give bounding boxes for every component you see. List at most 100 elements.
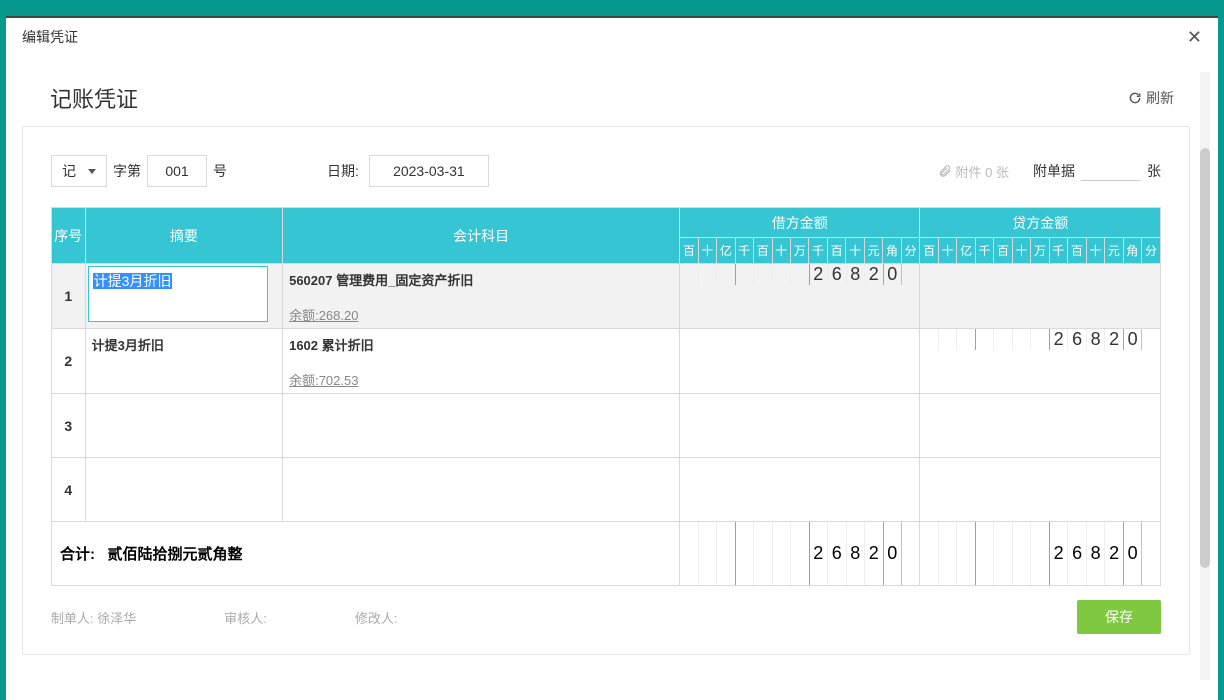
amount-digit	[791, 264, 809, 285]
credit-amount-cell[interactable]	[920, 264, 1161, 329]
col-summary-header: 摘要	[85, 208, 282, 264]
amount-digit	[1031, 329, 1050, 350]
table-row[interactable]: 2计提3月折旧1602 累计折旧余额:702.5326820	[52, 329, 1161, 394]
voucher-table: 序号 摘要 会计科目 借方金额 贷方金额 百十亿千百十万千百十元角分百十亿千百十…	[51, 207, 1161, 586]
amount-digit	[773, 522, 791, 585]
summary-cell[interactable]: 计提3月折旧	[85, 264, 282, 329]
chevron-down-icon	[88, 169, 96, 174]
total-prefix: 合计:	[60, 546, 95, 563]
digit-header: 元	[864, 238, 882, 264]
digit-header: 分	[901, 238, 920, 264]
summary-cell[interactable]	[85, 394, 282, 458]
amount-digit	[1013, 522, 1032, 585]
modal-body: 记账凭证 刷新 记 字第 号 日期:	[22, 66, 1190, 694]
save-button[interactable]: 保存	[1077, 600, 1161, 634]
amount-digit: 8	[847, 522, 865, 585]
amount-digit	[1031, 522, 1050, 585]
subject-name: 1602 累计折旧	[289, 335, 673, 354]
col-credit-header: 贷方金额	[920, 208, 1161, 238]
row-seq: 1	[52, 264, 86, 329]
voucher-no-input[interactable]	[147, 155, 207, 187]
summary-text	[86, 394, 282, 406]
hao-label: 号	[213, 161, 227, 181]
table-row[interactable]: 4	[52, 458, 1161, 522]
table-row[interactable]: 1计提3月折旧560207 管理费用_固定资产折旧余额:268.2026820	[52, 264, 1161, 329]
amount-digit	[957, 522, 976, 585]
close-icon[interactable]: ✕	[1187, 18, 1202, 56]
total-label-cell: 合计: 贰佰陆拾捌元贰角整	[52, 522, 680, 586]
voucher-type-select[interactable]: 记	[51, 155, 107, 187]
controls-row: 记 字第 号 日期: 附件 0 张 附单据 张	[51, 127, 1161, 207]
summary-cell[interactable]: 计提3月折旧	[85, 329, 282, 394]
amount-digit	[680, 522, 698, 585]
summary-input[interactable]: 计提3月折旧	[88, 266, 268, 322]
digit-header: 十	[698, 238, 716, 264]
digit-header: 百	[994, 238, 1012, 264]
amount-digit	[1013, 329, 1032, 350]
amount-digit: 0	[884, 264, 902, 285]
amount-digit	[920, 522, 939, 585]
amount-digit: 2	[1105, 522, 1124, 585]
date-label: 日期:	[327, 161, 359, 181]
scrollbar-thumb[interactable]	[1200, 148, 1210, 568]
amount-digit	[717, 522, 735, 585]
debit-amount-cell[interactable]	[680, 458, 920, 522]
debit-amount-cell[interactable]: 26820	[680, 264, 920, 329]
amount-digit: 6	[828, 264, 846, 285]
digit-header: 角	[883, 238, 901, 264]
digit-header: 千	[1049, 238, 1067, 264]
amount-digit	[976, 522, 995, 585]
amount-digit	[957, 329, 976, 350]
digit-header: 千	[735, 238, 753, 264]
amount-digit	[902, 522, 919, 585]
total-credit-cell: 26820	[920, 522, 1161, 586]
digit-header: 百	[754, 238, 772, 264]
amount-digit	[939, 329, 958, 350]
subject-name: 560207 管理费用_固定资产折旧	[289, 270, 673, 289]
summary-cell[interactable]	[85, 458, 282, 522]
subject-cell[interactable]: 1602 累计折旧余额:702.53	[283, 329, 680, 394]
amount-digit: 2	[865, 522, 883, 585]
debit-amount-cell[interactable]	[680, 329, 920, 394]
page-title: 记账凭证	[50, 82, 1128, 114]
total-debit-cell: 26820	[680, 522, 920, 586]
amount-digit: 2	[1050, 522, 1069, 585]
table-row[interactable]: 3	[52, 394, 1161, 458]
preparer-label: 制单人:	[51, 611, 94, 626]
row-seq: 4	[52, 458, 86, 522]
digit-header: 万	[790, 238, 808, 264]
refresh-label: 刷新	[1146, 88, 1174, 108]
attachments-link[interactable]: 附件 0 张	[938, 162, 1009, 181]
digit-header: 千	[975, 238, 993, 264]
amount-digit	[736, 264, 754, 285]
amount-digit: 6	[1068, 329, 1087, 350]
amount-digit: 2	[810, 264, 828, 285]
amount-digit	[976, 329, 995, 350]
credit-amount-cell[interactable]	[920, 394, 1161, 458]
modal-title: 编辑凭证	[22, 18, 78, 56]
subject-balance[interactable]: 余额:268.20	[289, 305, 673, 324]
sheets-input[interactable]	[1081, 161, 1141, 181]
credit-amount-cell[interactable]	[920, 458, 1161, 522]
sheets-suffix: 张	[1147, 161, 1161, 181]
date-input[interactable]	[369, 155, 489, 187]
amount-digit: 0	[884, 522, 902, 585]
debit-amount-cell[interactable]	[680, 394, 920, 458]
paperclip-icon	[938, 164, 952, 178]
digit-header: 元	[1105, 238, 1123, 264]
digit-header: 百	[920, 238, 938, 264]
attachments-label: 附件 0 张	[956, 162, 1009, 181]
amount-digit: 0	[1124, 522, 1143, 585]
modal: 编辑凭证 ✕ 记账凭证 刷新 记 字第 号 日期:	[6, 16, 1218, 700]
subject-cell[interactable]	[283, 458, 680, 522]
subject-cell[interactable]	[283, 394, 680, 458]
amount-digit: 8	[847, 264, 865, 285]
modal-header: 编辑凭证 ✕	[6, 18, 1218, 56]
subject-cell[interactable]: 560207 管理费用_固定资产折旧余额:268.20	[283, 264, 680, 329]
refresh-button[interactable]: 刷新	[1128, 88, 1174, 108]
amount-digit: 6	[828, 522, 846, 585]
col-seq-header: 序号	[52, 208, 86, 264]
credit-amount-cell[interactable]: 26820	[920, 329, 1161, 394]
digit-header: 百	[680, 238, 698, 264]
subject-balance[interactable]: 余额:702.53	[289, 370, 673, 389]
